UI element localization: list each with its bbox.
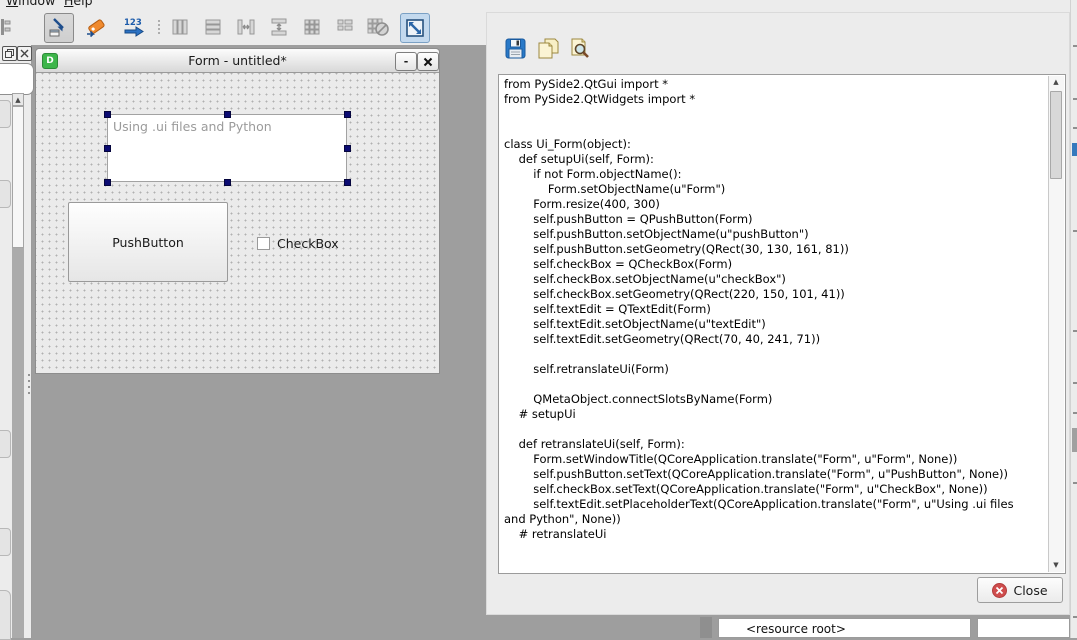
dock-scroll-up-icon[interactable]: ▲ [12,93,24,106]
resource-detail-panel[interactable] [977,618,1070,638]
code-preview-dialog: from PySide2.QtGui import * from PySide2… [486,12,1070,615]
form-textedit-widget[interactable]: Using .ui files and Python [107,114,347,182]
form-checkbox-widget[interactable]: CheckBox [257,236,339,250]
adjust-size-button[interactable] [400,13,430,43]
bottom-scrollbar-fragment[interactable] [700,617,712,638]
menu-bar: Window Help [0,0,1077,11]
resource-root-item[interactable]: <resource root> [746,622,846,636]
form-pushbutton-widget[interactable]: PushButton [68,202,228,282]
dialog-close-button[interactable]: Close [977,577,1063,603]
dock-scrollbar-thumb[interactable] [12,106,24,248]
form-canvas[interactable]: Using .ui files and Python PushButton Ch… [36,73,439,373]
menu-window-rest: indow [18,0,55,8]
edit-widgets-icon [0,16,11,38]
widget-category-item[interactable] [0,430,11,458]
right-panel-sliver [1070,0,1077,638]
edit-buddies-icon [85,16,107,38]
code-scrollbar-thumb[interactable] [1050,91,1062,179]
checkbox-label: CheckBox [277,236,339,251]
edit-signals-slots-icon [48,17,70,39]
layout-horizontally-in-splitter-icon [235,16,257,38]
scroll-up-icon[interactable]: ▲ [1049,76,1063,89]
copy-icon [536,37,561,60]
layout-horizontally-in-splitter-button[interactable] [232,13,260,41]
edit-tab-order-button[interactable]: 123 [120,13,148,41]
layout-in-grid-button[interactable] [298,13,326,41]
selection-handle-top-right[interactable] [344,111,351,118]
selection-handle-middle-left[interactable] [104,145,111,152]
widget-filter-input[interactable] [0,63,34,95]
edit-tab-order-icon: 123 [122,16,146,38]
layout-in-grid-icon [301,16,323,38]
menu-item-help[interactable]: Help [64,0,93,8]
code-text-area[interactable]: from PySide2.QtGui import * from PySide2… [498,74,1066,574]
close-icon [20,49,29,58]
layout-vertically-in-splitter-icon [268,16,290,38]
widget-category-item[interactable] [0,590,11,640]
form-window-titlebar[interactable]: D Form - untitled* - [36,49,439,73]
copy-button[interactable] [536,37,562,61]
form-window-title: Form - untitled* [36,53,439,68]
menu-item-window[interactable]: Window [6,0,55,8]
break-layout-button[interactable] [364,13,392,41]
close-circle-icon [992,583,1007,598]
edit-buddies-button[interactable] [82,13,110,41]
widget-category-item[interactable] [0,528,11,556]
toolbar-separator [158,19,160,35]
checkbox-box[interactable] [257,237,270,250]
dock-scrollbar[interactable]: ▲ [12,93,24,638]
dock-close-button[interactable] [17,46,32,61]
selection-handle-bottom-left[interactable] [104,179,111,186]
selection-handle-top-left[interactable] [104,111,111,118]
right-sliver-scroll-thumb [1072,428,1077,452]
selection-handle-middle-right[interactable] [344,145,351,152]
layout-horizontally-button[interactable] [166,13,194,41]
selection-handle-top-center[interactable] [224,111,231,118]
layout-vertically-in-splitter-button[interactable] [265,13,293,41]
menu-help-rest: elp [73,0,92,8]
qt-designer-window: { "menu_bar": { "items": ["Window", "Hel… [0,0,1077,638]
edit-widgets-button[interactable] [0,13,14,41]
dock-splitter-handle[interactable] [27,373,31,395]
code-text: from PySide2.QtGui import * from PySide2… [499,75,1065,542]
svg-text:123: 123 [124,18,142,28]
widget-box-panel: ▲ [0,45,32,638]
right-sliver-selection-mark [1072,143,1077,156]
layout-horizontally-icon [169,16,191,38]
pushbutton-label: PushButton [112,235,184,250]
code-scrollbar[interactable]: ▲ ▼ [1048,76,1064,572]
adjust-size-icon [404,17,426,39]
layout-vertically-icon [202,16,224,38]
dock-float-button[interactable] [2,46,17,61]
close-button-label: Close [1013,583,1047,598]
form-minimize-button[interactable]: - [395,52,417,71]
break-layout-icon [366,16,390,38]
form-editor-window: D Form - untitled* - Using .ui files and… [35,48,440,374]
textedit-placeholder-text: Using .ui files and Python [113,119,272,134]
form-close-button[interactable] [417,52,439,71]
layout-vertically-button[interactable] [199,13,227,41]
find-button[interactable] [568,37,594,61]
save-button[interactable] [504,37,528,61]
widget-category-item[interactable] [0,100,11,128]
edit-signals-slots-button[interactable] [44,13,74,43]
scroll-down-icon[interactable]: ▼ [1049,559,1063,572]
selection-handle-bottom-center[interactable] [224,179,231,186]
save-icon [504,37,527,60]
layout-in-form-button[interactable] [331,13,359,41]
selection-handle-bottom-right[interactable] [344,179,351,186]
widget-category-item[interactable] [0,180,11,208]
layout-in-form-icon [334,16,356,38]
find-icon [568,37,593,60]
close-icon [423,57,433,67]
float-icon [5,49,14,58]
resource-tree-panel[interactable]: <resource root> [718,618,971,638]
